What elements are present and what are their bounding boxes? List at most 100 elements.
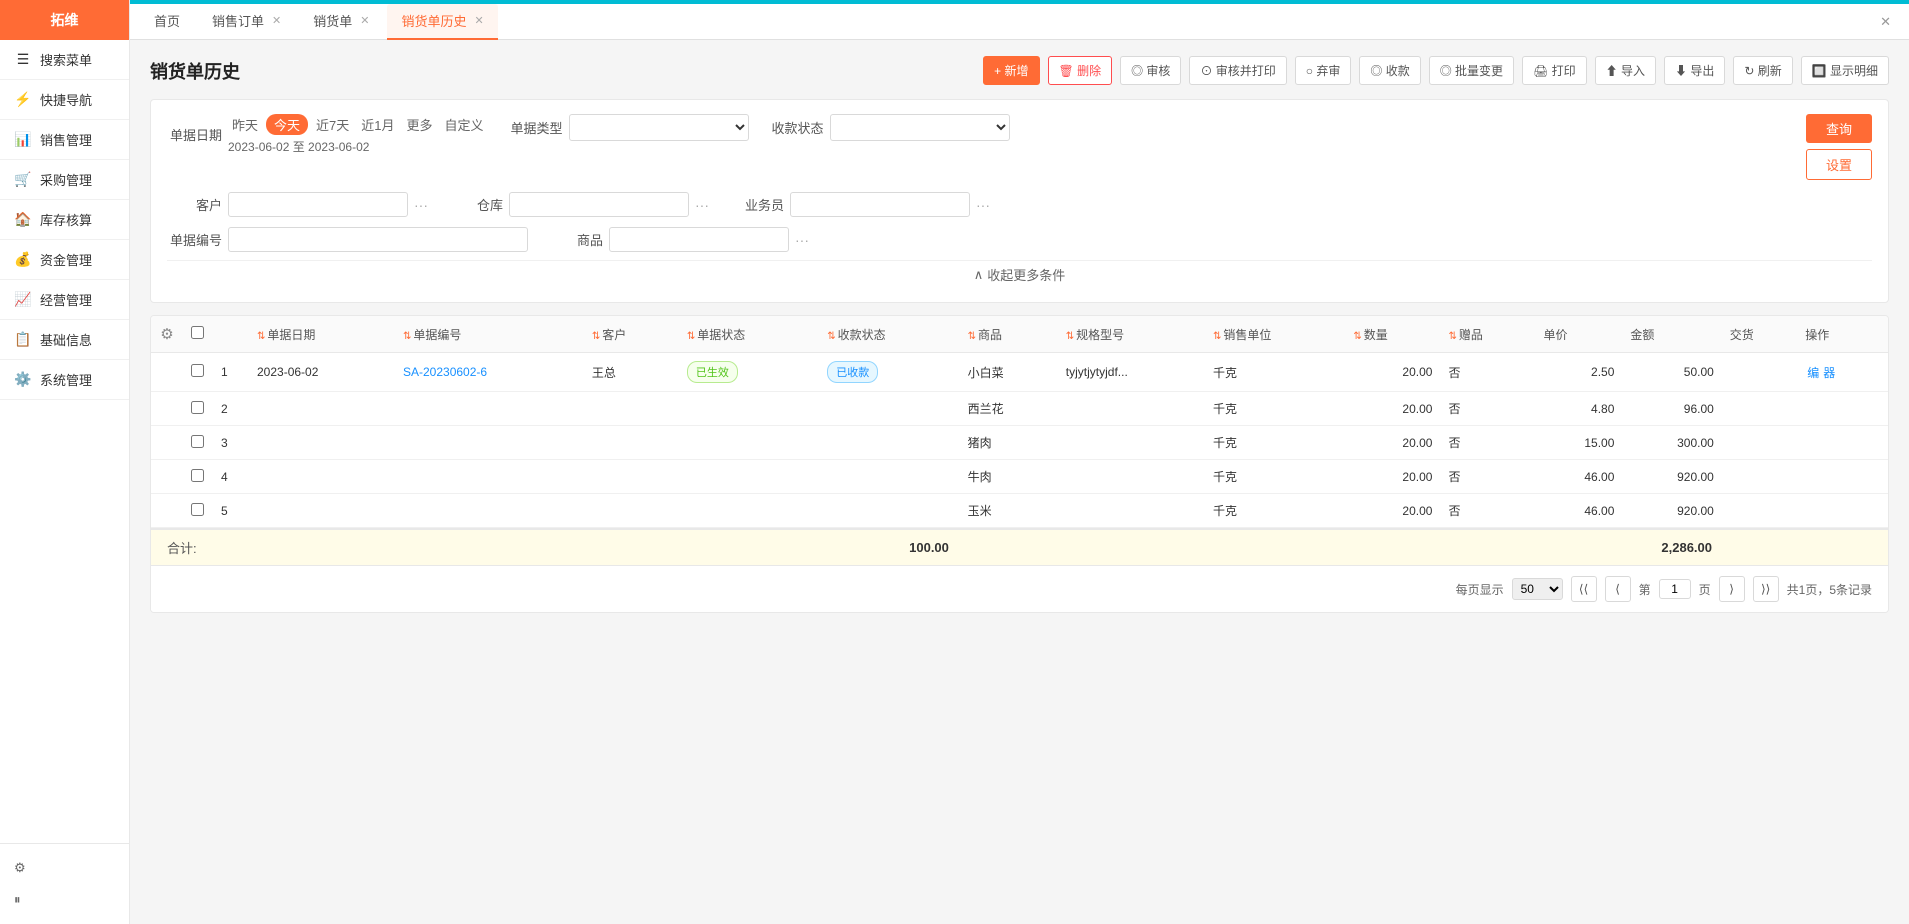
date-shortcut-custom[interactable]: 自定义	[441, 114, 488, 135]
amount-cell: 920.00	[1622, 460, 1721, 494]
date-shortcut-more[interactable]: 更多	[403, 114, 437, 135]
date-shortcut-7days[interactable]: 近7天	[312, 114, 353, 135]
filter-warehouse-more[interactable]: ···	[695, 197, 709, 213]
delete-button[interactable]: 🗑 删除	[1048, 56, 1113, 85]
page-number-input[interactable]	[1659, 579, 1691, 599]
audit-button[interactable]: ◎ 审核	[1120, 56, 1181, 85]
abandon-button[interactable]: ○ 弃审	[1295, 56, 1352, 85]
sidebar-item-finance[interactable]: 💰 资金管理	[0, 240, 129, 280]
row-checkbox[interactable]	[191, 401, 204, 414]
checkbox-cell[interactable]	[183, 460, 213, 494]
col-customer[interactable]: ⇅客户	[584, 316, 679, 353]
goods-cell: 小白菜	[960, 353, 1058, 392]
table-settings-icon[interactable]: ⚙	[160, 326, 173, 343]
export-button[interactable]: ⬇ 导出	[1664, 56, 1725, 85]
tab-bar: 首页 销售订单 ✕ 销货单 ✕ 销货单历史 ✕ ✕	[130, 4, 1909, 40]
row-checkbox[interactable]	[191, 469, 204, 482]
tab-sales-history-close[interactable]: ✕	[475, 14, 484, 27]
col-checkbox[interactable]	[183, 316, 213, 353]
col-spec[interactable]: ⇅规格型号	[1058, 316, 1205, 353]
col-doc-date[interactable]: ⇅单据日期	[249, 316, 395, 353]
sidebar-item-label: 搜索菜单	[40, 50, 92, 69]
print-button[interactable]: 🖨 打印	[1522, 56, 1587, 85]
checkbox-cell[interactable]	[183, 353, 213, 392]
tab-home[interactable]: 首页	[140, 4, 194, 40]
date-shortcut-yesterday[interactable]: 昨天	[228, 114, 262, 135]
filter-customer-label: 客户	[167, 195, 222, 214]
close-all-btn[interactable]: ✕	[1872, 14, 1899, 30]
next-page-btn[interactable]: ⟩	[1719, 576, 1745, 602]
doc-no-cell[interactable]: SA-20230602-6	[395, 353, 584, 392]
filter-docno-label: 单据编号	[167, 230, 222, 249]
first-page-btn[interactable]: ⟨⟨	[1571, 576, 1597, 602]
sidebar-settings-btn[interactable]: ⚙	[0, 852, 129, 884]
sidebar-item-sales-mgmt[interactable]: 📊 销售管理	[0, 120, 129, 160]
col-doc-status[interactable]: ⇅单据状态	[679, 316, 819, 353]
sidebar-item-sys-mgmt[interactable]: ⚙️ 系统管理	[0, 360, 129, 400]
date-shortcut-1month[interactable]: 近1月	[357, 114, 398, 135]
col-doc-no[interactable]: ⇅单据编号	[395, 316, 584, 353]
import-button[interactable]: ⬆ 导入	[1595, 56, 1656, 85]
filter-warehouse-input[interactable]	[509, 192, 689, 217]
sidebar-collapse-btn[interactable]: ⏸	[0, 884, 129, 916]
collapse-arrow-icon: ∧	[974, 267, 984, 283]
filter-customer-more[interactable]: ···	[414, 197, 428, 213]
per-page-select[interactable]: 50 100 200	[1512, 578, 1563, 600]
row-checkbox[interactable]	[191, 364, 204, 377]
filter-customer-input[interactable]	[228, 192, 408, 217]
set-button[interactable]: 设置	[1806, 149, 1872, 180]
date-shortcuts: 昨天 今天 近7天 近1月 更多 自定义	[228, 114, 488, 135]
filter-goods-input[interactable]	[609, 227, 789, 252]
filter-doctype-select[interactable]	[569, 114, 749, 141]
last-page-btn[interactable]: ⟩⟩	[1753, 576, 1779, 602]
col-quantity[interactable]: ⇅数量	[1345, 316, 1440, 353]
filter-goods-more[interactable]: ···	[795, 232, 809, 248]
total-info: 共1页，5条记录	[1787, 581, 1872, 598]
filter-staff-more[interactable]: ···	[976, 197, 990, 213]
col-settings[interactable]: ⚙	[151, 316, 183, 353]
new-button[interactable]: + 新增	[983, 56, 1039, 85]
filter-staff-input[interactable]	[790, 192, 970, 217]
checkbox-cell[interactable]	[183, 494, 213, 528]
select-all-checkbox[interactable]	[191, 326, 204, 339]
sidebar-item-basic-info[interactable]: 📋 基础信息	[0, 320, 129, 360]
gift-cell: 否	[1440, 353, 1535, 392]
row-checkbox[interactable]	[191, 503, 204, 516]
sidebar-item-search-menu[interactable]: ☰ 搜索菜单	[0, 40, 129, 80]
filter-collapse-btn[interactable]: ∧ 收起更多条件	[167, 260, 1872, 288]
collect-button[interactable]: ◎ 收款	[1359, 56, 1420, 85]
sidebar-item-purchase-mgmt[interactable]: 🛒 采购管理	[0, 160, 129, 200]
tab-sales-history[interactable]: 销货单历史 ✕	[387, 4, 497, 40]
sidebar-item-operations[interactable]: 📈 经营管理	[0, 280, 129, 320]
audit-print-button[interactable]: ⊙ 审核并打印	[1189, 56, 1286, 85]
tab-sales-order-close[interactable]: ✕	[272, 14, 281, 27]
col-goods[interactable]: ⇅商品	[960, 316, 1058, 353]
more-btn[interactable]: 器	[1821, 364, 1837, 381]
date-shortcut-today[interactable]: 今天	[266, 114, 308, 135]
sidebar-item-inventory[interactable]: 🏠 库存核算	[0, 200, 129, 240]
transaction-cell	[1722, 460, 1797, 494]
tab-home-label: 首页	[154, 11, 180, 30]
prev-page-btn[interactable]: ⟨	[1605, 576, 1631, 602]
batch-change-button[interactable]: ◎ 批量变更	[1429, 56, 1514, 85]
edit-btn[interactable]: 编	[1805, 364, 1821, 381]
tab-sales-goods[interactable]: 销货单 ✕	[299, 4, 383, 40]
sidebar-item-quick-nav[interactable]: ⚡ 快捷导航	[0, 80, 129, 120]
filter-docno-input[interactable]	[228, 227, 528, 252]
show-detail-button[interactable]: 🔲 显示明细	[1801, 56, 1889, 85]
col-collect-status[interactable]: ⇅收款状态	[819, 316, 959, 353]
filter-collect-select[interactable]	[830, 114, 1010, 141]
checkbox-cell[interactable]	[183, 426, 213, 460]
doc-no-cell	[395, 460, 584, 494]
refresh-button[interactable]: ↻ 刷新	[1733, 56, 1792, 85]
customer-cell	[584, 426, 679, 460]
checkbox-cell[interactable]	[183, 392, 213, 426]
tab-sales-order[interactable]: 销售订单 ✕	[198, 4, 295, 40]
tab-sales-goods-close[interactable]: ✕	[360, 14, 369, 27]
amount-cell: 96.00	[1622, 392, 1721, 426]
row-checkbox[interactable]	[191, 435, 204, 448]
query-button[interactable]: 查询	[1806, 114, 1872, 143]
col-unit[interactable]: ⇅销售单位	[1205, 316, 1345, 353]
col-gift[interactable]: ⇅赠品	[1440, 316, 1535, 353]
amount-cell: 300.00	[1622, 426, 1721, 460]
